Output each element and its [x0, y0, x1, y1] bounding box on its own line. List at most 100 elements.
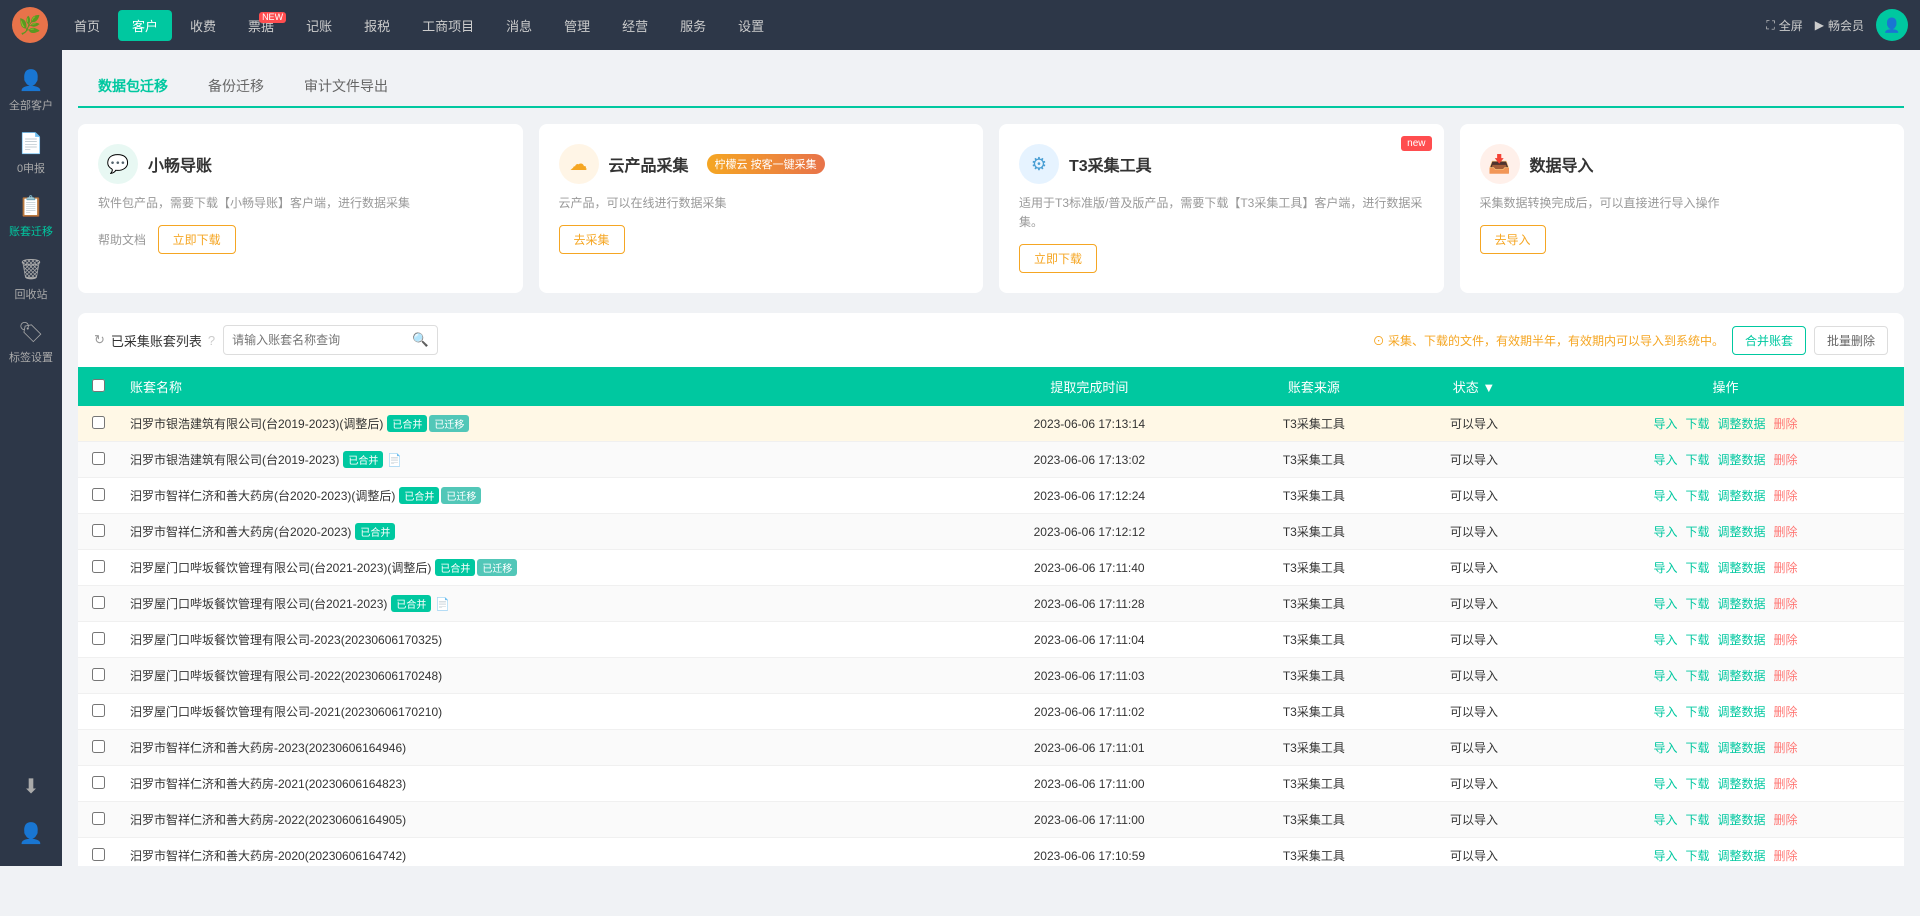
row-checkbox[interactable]	[92, 596, 105, 609]
row-checkbox[interactable]	[92, 524, 105, 537]
sidebar-item-user[interactable]: 👤	[3, 813, 59, 854]
import-action[interactable]: 导入	[1653, 849, 1677, 863]
row-checkbox[interactable]	[92, 452, 105, 465]
help-icon[interactable]: ?	[208, 333, 215, 348]
nav-customer[interactable]: 客户	[118, 10, 172, 41]
sidebar-item-tag-settings[interactable]: 🏷 标签设置	[3, 312, 59, 373]
delete-action[interactable]: 删除	[1774, 777, 1798, 791]
sidebar-item-recycle[interactable]: 🗑 回收站	[3, 249, 59, 310]
delete-action[interactable]: 删除	[1774, 489, 1798, 503]
delete-action[interactable]: 删除	[1774, 849, 1798, 863]
sidebar-item-all-clients[interactable]: 👤 全部客户	[3, 60, 59, 121]
import-action[interactable]: 导入	[1653, 417, 1677, 431]
download-action[interactable]: 下载	[1685, 705, 1709, 719]
adjust-action[interactable]: 调整数据	[1718, 489, 1766, 503]
delete-action[interactable]: 删除	[1774, 633, 1798, 647]
delete-action[interactable]: 删除	[1774, 525, 1798, 539]
download-action[interactable]: 下载	[1685, 417, 1709, 431]
import-action[interactable]: 导入	[1653, 561, 1677, 575]
import-action[interactable]: 导入	[1653, 813, 1677, 827]
download-action[interactable]: 下载	[1685, 849, 1709, 863]
row-checkbox[interactable]	[92, 488, 105, 501]
import-action[interactable]: 导入	[1653, 633, 1677, 647]
delete-action[interactable]: 删除	[1774, 597, 1798, 611]
adjust-action[interactable]: 调整数据	[1718, 813, 1766, 827]
nav-message[interactable]: 消息	[492, 10, 546, 41]
import-action[interactable]: 导入	[1653, 705, 1677, 719]
row-checkbox[interactable]	[92, 848, 105, 861]
adjust-action[interactable]: 调整数据	[1718, 417, 1766, 431]
download-action[interactable]: 下载	[1685, 525, 1709, 539]
row-checkbox[interactable]	[92, 668, 105, 681]
download-action[interactable]: 下载	[1685, 741, 1709, 755]
adjust-action[interactable]: 调整数据	[1718, 453, 1766, 467]
download-action[interactable]: 下载	[1685, 813, 1709, 827]
select-all-checkbox[interactable]	[92, 379, 105, 392]
batch-delete-button[interactable]: 批量删除	[1814, 326, 1888, 355]
tab-audit-export[interactable]: 审计文件导出	[284, 66, 408, 108]
row-checkbox[interactable]	[92, 740, 105, 753]
row-checkbox[interactable]	[92, 776, 105, 789]
import-action[interactable]: 导入	[1653, 453, 1677, 467]
download-action[interactable]: 下载	[1685, 453, 1709, 467]
adjust-action[interactable]: 调整数据	[1718, 561, 1766, 575]
tab-backup-migration[interactable]: 备份迁移	[188, 66, 284, 108]
member-button[interactable]: ▶ 畅会员	[1815, 17, 1864, 34]
download-action[interactable]: 下载	[1685, 669, 1709, 683]
row-checkbox[interactable]	[92, 704, 105, 717]
import-action[interactable]: 导入	[1653, 669, 1677, 683]
adjust-action[interactable]: 调整数据	[1718, 705, 1766, 719]
row-checkbox[interactable]	[92, 632, 105, 645]
xiaochang-help-link[interactable]: 帮助文档	[98, 231, 146, 248]
import-action[interactable]: 导入	[1653, 525, 1677, 539]
row-checkbox[interactable]	[92, 416, 105, 429]
row-checkbox[interactable]	[92, 812, 105, 825]
nav-manage[interactable]: 管理	[550, 10, 604, 41]
adjust-action[interactable]: 调整数据	[1718, 849, 1766, 863]
sidebar-item-account-migration[interactable]: 📋 账套迁移	[3, 186, 59, 247]
xiaochang-download-btn[interactable]: 立即下载	[158, 225, 236, 254]
import-action[interactable]: 导入	[1653, 741, 1677, 755]
import-action[interactable]: 导入	[1653, 777, 1677, 791]
delete-action[interactable]: 删除	[1774, 417, 1798, 431]
search-input[interactable]	[224, 333, 404, 347]
download-action[interactable]: 下载	[1685, 597, 1709, 611]
delete-action[interactable]: 删除	[1774, 813, 1798, 827]
nav-home[interactable]: 首页	[60, 10, 114, 41]
sidebar-item-download[interactable]: ⬇	[3, 766, 59, 807]
delete-action[interactable]: 删除	[1774, 741, 1798, 755]
user-avatar[interactable]: 👤	[1876, 9, 1908, 41]
import-action[interactable]: 导入	[1653, 597, 1677, 611]
nav-settings[interactable]: 设置	[724, 10, 778, 41]
nav-fee[interactable]: 收费	[176, 10, 230, 41]
adjust-action[interactable]: 调整数据	[1718, 741, 1766, 755]
import-action[interactable]: 导入	[1653, 489, 1677, 503]
adjust-action[interactable]: 调整数据	[1718, 669, 1766, 683]
download-action[interactable]: 下载	[1685, 561, 1709, 575]
refresh-icon[interactable]: ↻	[94, 332, 105, 348]
adjust-action[interactable]: 调整数据	[1718, 525, 1766, 539]
adjust-action[interactable]: 调整数据	[1718, 633, 1766, 647]
adjust-action[interactable]: 调整数据	[1718, 597, 1766, 611]
cloud-collect-btn[interactable]: 去采集	[559, 225, 625, 254]
nav-tax[interactable]: 报税	[350, 10, 404, 41]
t3-download-btn[interactable]: 立即下载	[1019, 244, 1097, 273]
delete-action[interactable]: 删除	[1774, 561, 1798, 575]
download-action[interactable]: 下载	[1685, 633, 1709, 647]
nav-invoice[interactable]: 票据 NEW	[234, 10, 288, 41]
delete-action[interactable]: 删除	[1774, 705, 1798, 719]
search-button[interactable]: 🔍	[404, 326, 437, 354]
adjust-action[interactable]: 调整数据	[1718, 777, 1766, 791]
nav-business[interactable]: 工商项目	[408, 10, 488, 41]
fullscreen-button[interactable]: ⛶ 全屏	[1766, 17, 1802, 34]
delete-action[interactable]: 删除	[1774, 453, 1798, 467]
delete-action[interactable]: 删除	[1774, 669, 1798, 683]
import-go-btn[interactable]: 去导入	[1480, 225, 1546, 254]
nav-bookkeeping[interactable]: 记账	[292, 10, 346, 41]
tab-data-migration[interactable]: 数据包迁移	[78, 66, 188, 108]
download-action[interactable]: 下载	[1685, 777, 1709, 791]
row-checkbox[interactable]	[92, 560, 105, 573]
nav-service[interactable]: 服务	[666, 10, 720, 41]
sidebar-item-zero-declare[interactable]: 📄 0申报	[3, 123, 59, 184]
download-action[interactable]: 下载	[1685, 489, 1709, 503]
